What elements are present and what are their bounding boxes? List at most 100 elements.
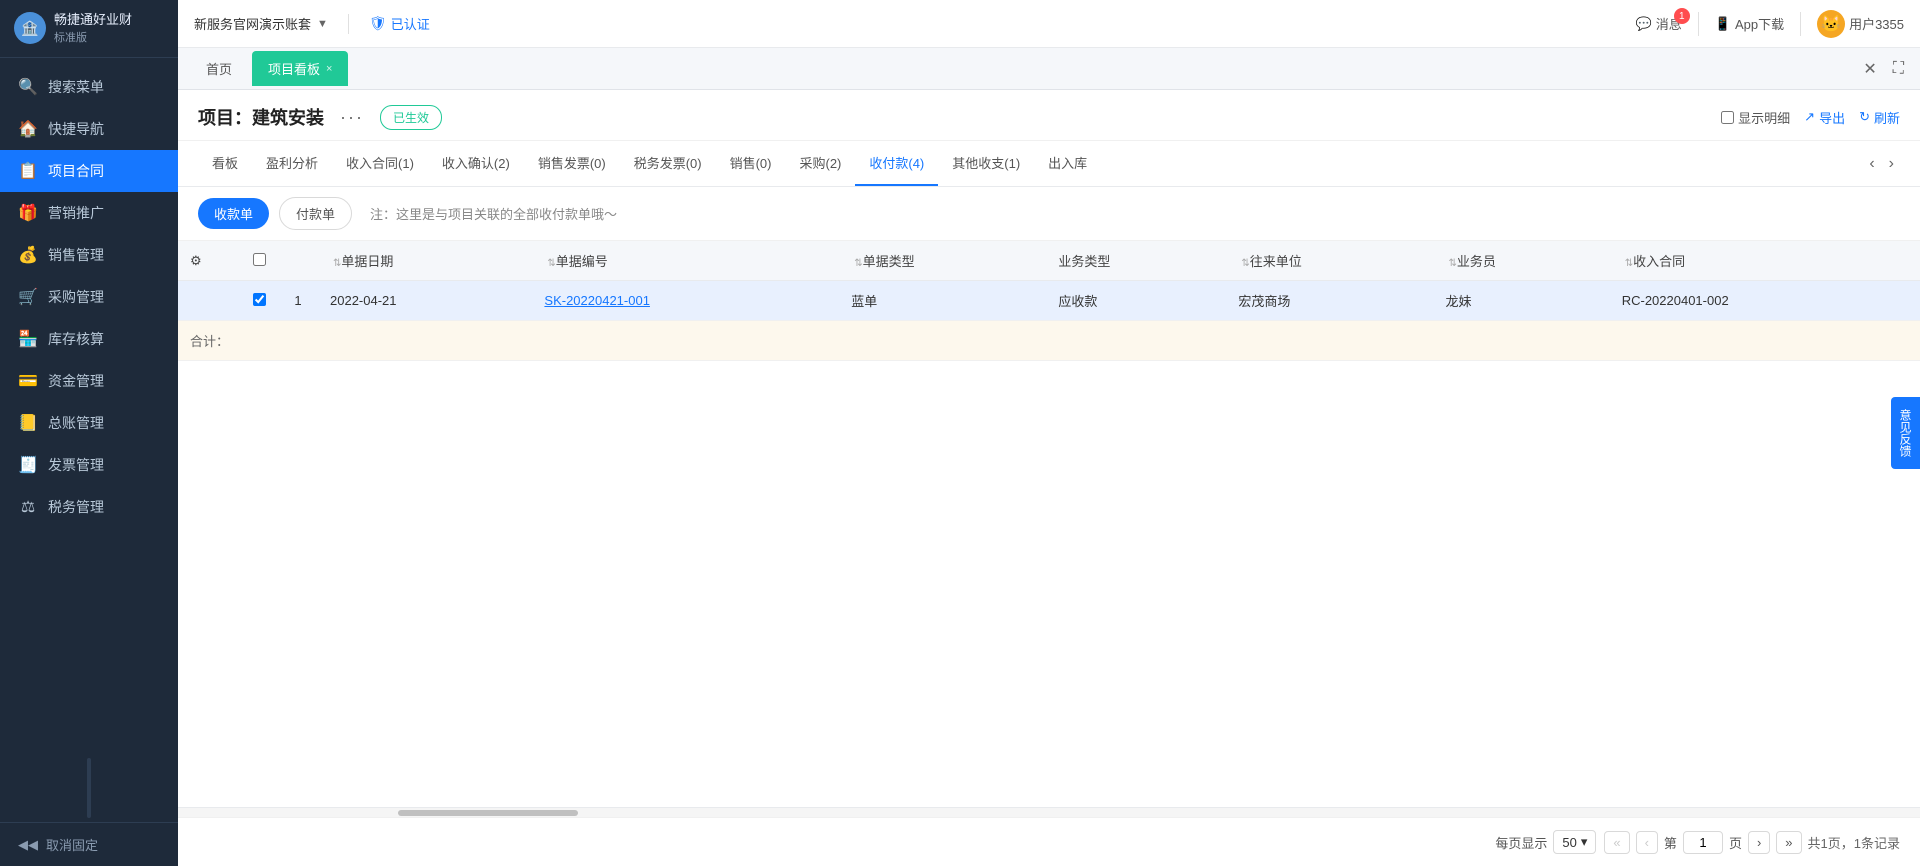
page-next-btn[interactable]: ›	[1748, 831, 1770, 854]
table-row[interactable]: 1 2022-04-21 SK-20220421-001 蓝单 应收款 宏茂商场…	[178, 281, 1920, 321]
tab-close-project-board[interactable]: ×	[326, 63, 332, 75]
sub-tab-sales[interactable]: 销售(0)	[716, 141, 786, 186]
settings-icon[interactable]: ⚙	[190, 253, 202, 268]
app-download-action[interactable]: 📱 App下载	[1715, 14, 1784, 33]
feedback-button[interactable]: 意见反馈	[1891, 397, 1920, 469]
sub-tab-stock-in-out[interactable]: 出入库	[1034, 141, 1101, 186]
sub-tab-other-income[interactable]: 其他收支(1)	[938, 141, 1034, 186]
sidebar-item-sales-mgmt[interactable]: 💰销售管理	[0, 234, 178, 276]
sub-tab-kanban[interactable]: 看板	[198, 141, 252, 186]
th-type[interactable]: ⇅单据类型	[839, 241, 1046, 281]
page-unit: 页	[1729, 833, 1742, 852]
col-sort-icon-code: ⇅	[547, 258, 555, 269]
sub-tab-collect-pay[interactable]: 收付款(4)	[855, 141, 938, 186]
sidebar-item-search[interactable]: 🔍搜索菜单	[0, 66, 178, 108]
certified-status: 🛡 已认证	[369, 14, 430, 33]
app-logo: 🏦	[14, 12, 46, 44]
user-profile[interactable]: 🐱 用户3355	[1817, 10, 1904, 38]
sub-tab-sales-invoice[interactable]: 销售发票(0)	[524, 141, 620, 186]
nav-icon-search: 🔍	[18, 77, 38, 97]
page-size-dropdown[interactable]: 50 ▾	[1553, 830, 1596, 854]
col-sort-icon-partner: ⇅	[1241, 258, 1249, 269]
sidebar-item-project-contract[interactable]: 📋项目合同	[0, 150, 178, 192]
refresh-icon: ↻	[1859, 109, 1870, 125]
sidebar-item-tax[interactable]: ⚖税务管理	[0, 486, 178, 528]
nav-icon-capital: 💳	[18, 371, 38, 391]
nav-icon-purchase-mgmt: 🛒	[18, 287, 38, 307]
app-name-block: 畅捷通好业财 标准版	[54, 12, 132, 45]
page-size-selector: 每页显示 50 ▾	[1495, 830, 1596, 854]
sub-tab-tax-invoice[interactable]: 税务发票(0)	[620, 141, 716, 186]
tabbar: 首页项目看板× ✕ ⛶	[178, 48, 1920, 90]
sub-tab-income-contract[interactable]: 收入合同(1)	[332, 141, 428, 186]
nav-label-inventory: 库存核算	[48, 329, 104, 349]
page-header-right: 显示明细 ↗ 导出 ↻ 刷新	[1721, 108, 1900, 127]
th-salesperson[interactable]: ⇅业务员	[1433, 241, 1609, 281]
th-income_contract[interactable]: ⇅收入合同	[1610, 241, 1920, 281]
sidebar-item-capital[interactable]: 💳资金管理	[0, 360, 178, 402]
nav-icon-quick-nav: 🏠	[18, 119, 38, 139]
collect-filter-btn[interactable]: 收款单	[198, 198, 269, 229]
page-header: 项目：建筑安装 ··· 已生效 显示明细 ↗ 导出 ↻ 刷新	[178, 90, 1920, 141]
page-navigation: « ‹ 第 页 › » 共1页，1条记录	[1604, 831, 1900, 854]
tab-home[interactable]: 首页	[190, 51, 248, 86]
shield-icon: 🛡	[369, 15, 387, 32]
sidebar-item-purchase-mgmt[interactable]: 🛒采购管理	[0, 276, 178, 318]
export-button[interactable]: ↗ 导出	[1804, 108, 1845, 127]
sidebar-nav: 🔍搜索菜单 🏠 快捷导航 📋项目合同🎁营销推广💰销售管理🛒采购管理 🏪 库存核算 💳资金管理…	[0, 58, 178, 754]
page-size-value: 50	[1562, 835, 1576, 850]
workspace-dropdown-icon: ▼	[317, 18, 328, 30]
scroll-thumb	[87, 758, 91, 818]
show-detail-label: 显示明细	[1738, 108, 1790, 127]
fullscreen-btn[interactable]: ⛶	[1889, 57, 1908, 81]
row-num: 1	[278, 281, 318, 321]
unpin-label: 取消固定	[46, 835, 98, 854]
sub-tab-profit[interactable]: 盈利分析	[252, 141, 332, 186]
show-detail-checkbox[interactable]	[1721, 111, 1734, 124]
page-title: 项目：建筑安装	[198, 104, 324, 130]
page-first-btn[interactable]: «	[1604, 831, 1629, 854]
certified-label: 已认证	[391, 14, 430, 33]
horizontal-scrollbar[interactable]	[178, 807, 1920, 817]
row-partner: 宏茂商场	[1226, 281, 1433, 321]
row-code-link[interactable]: SK-20220421-001	[544, 293, 650, 308]
messages-action[interactable]: 💬 消息 1	[1636, 14, 1682, 33]
page-prev-btn[interactable]: ‹	[1636, 831, 1658, 854]
topbar-divider-2	[1698, 12, 1699, 36]
pay-filter-btn[interactable]: 付款单	[279, 197, 352, 230]
sidebar-item-quick-nav[interactable]: 🏠 快捷导航	[0, 108, 178, 150]
select-all-checkbox[interactable]	[253, 253, 266, 266]
th-code[interactable]: ⇅单据编号	[532, 241, 839, 281]
th-partner[interactable]: ⇅往来单位	[1226, 241, 1433, 281]
th-date[interactable]: ⇅单据日期	[318, 241, 532, 281]
show-detail-checkbox-area: 显示明细	[1721, 108, 1790, 127]
message-icon: 💬	[1636, 16, 1652, 32]
nav-label-sales-mgmt: 销售管理	[48, 245, 104, 265]
tab-project-board[interactable]: 项目看板×	[252, 51, 348, 86]
sidebar-footer[interactable]: ◀◀ 取消固定	[0, 822, 178, 866]
sub-tab-purchase[interactable]: 采购(2)	[785, 141, 855, 186]
page-input[interactable]	[1683, 831, 1723, 854]
scrollbar-thumb[interactable]	[398, 810, 578, 816]
sub-tabs-next[interactable]: ›	[1883, 151, 1900, 177]
sidebar-item-invoice[interactable]: 🧾发票管理	[0, 444, 178, 486]
tabbar-actions: ✕ ⛶	[1859, 57, 1908, 81]
sidebar: 🏦 畅捷通好业财 标准版 🔍搜索菜单 🏠 快捷导航 📋项目合同🎁营销推广💰销售管理🛒采…	[0, 0, 178, 866]
nav-icon-inventory: 🏪	[18, 329, 38, 349]
sub-tabs-prev[interactable]: ‹	[1863, 151, 1880, 177]
row-date: 2022-04-21	[318, 281, 532, 321]
sub-tab-income-confirm[interactable]: 收入确认(2)	[428, 141, 524, 186]
close-tab-btn[interactable]: ✕	[1859, 57, 1880, 81]
sidebar-item-inventory[interactable]: 🏪 库存核算	[0, 318, 178, 360]
workspace-selector[interactable]: 新服务官网演示账套 ▼	[194, 14, 328, 33]
app-download-label: App下载	[1735, 14, 1784, 33]
nav-label-quick-nav: 快捷导航	[48, 119, 104, 139]
sidebar-item-marketing[interactable]: 🎁营销推广	[0, 192, 178, 234]
row-select-checkbox[interactable]	[253, 293, 266, 306]
page-size-dropdown-icon: ▾	[1581, 834, 1588, 850]
refresh-button[interactable]: ↻ 刷新	[1859, 108, 1900, 127]
nav-icon-invoice: 🧾	[18, 455, 38, 475]
page-last-btn[interactable]: »	[1776, 831, 1801, 854]
more-button[interactable]: ···	[336, 107, 368, 128]
sidebar-item-ledger[interactable]: 📒总账管理	[0, 402, 178, 444]
